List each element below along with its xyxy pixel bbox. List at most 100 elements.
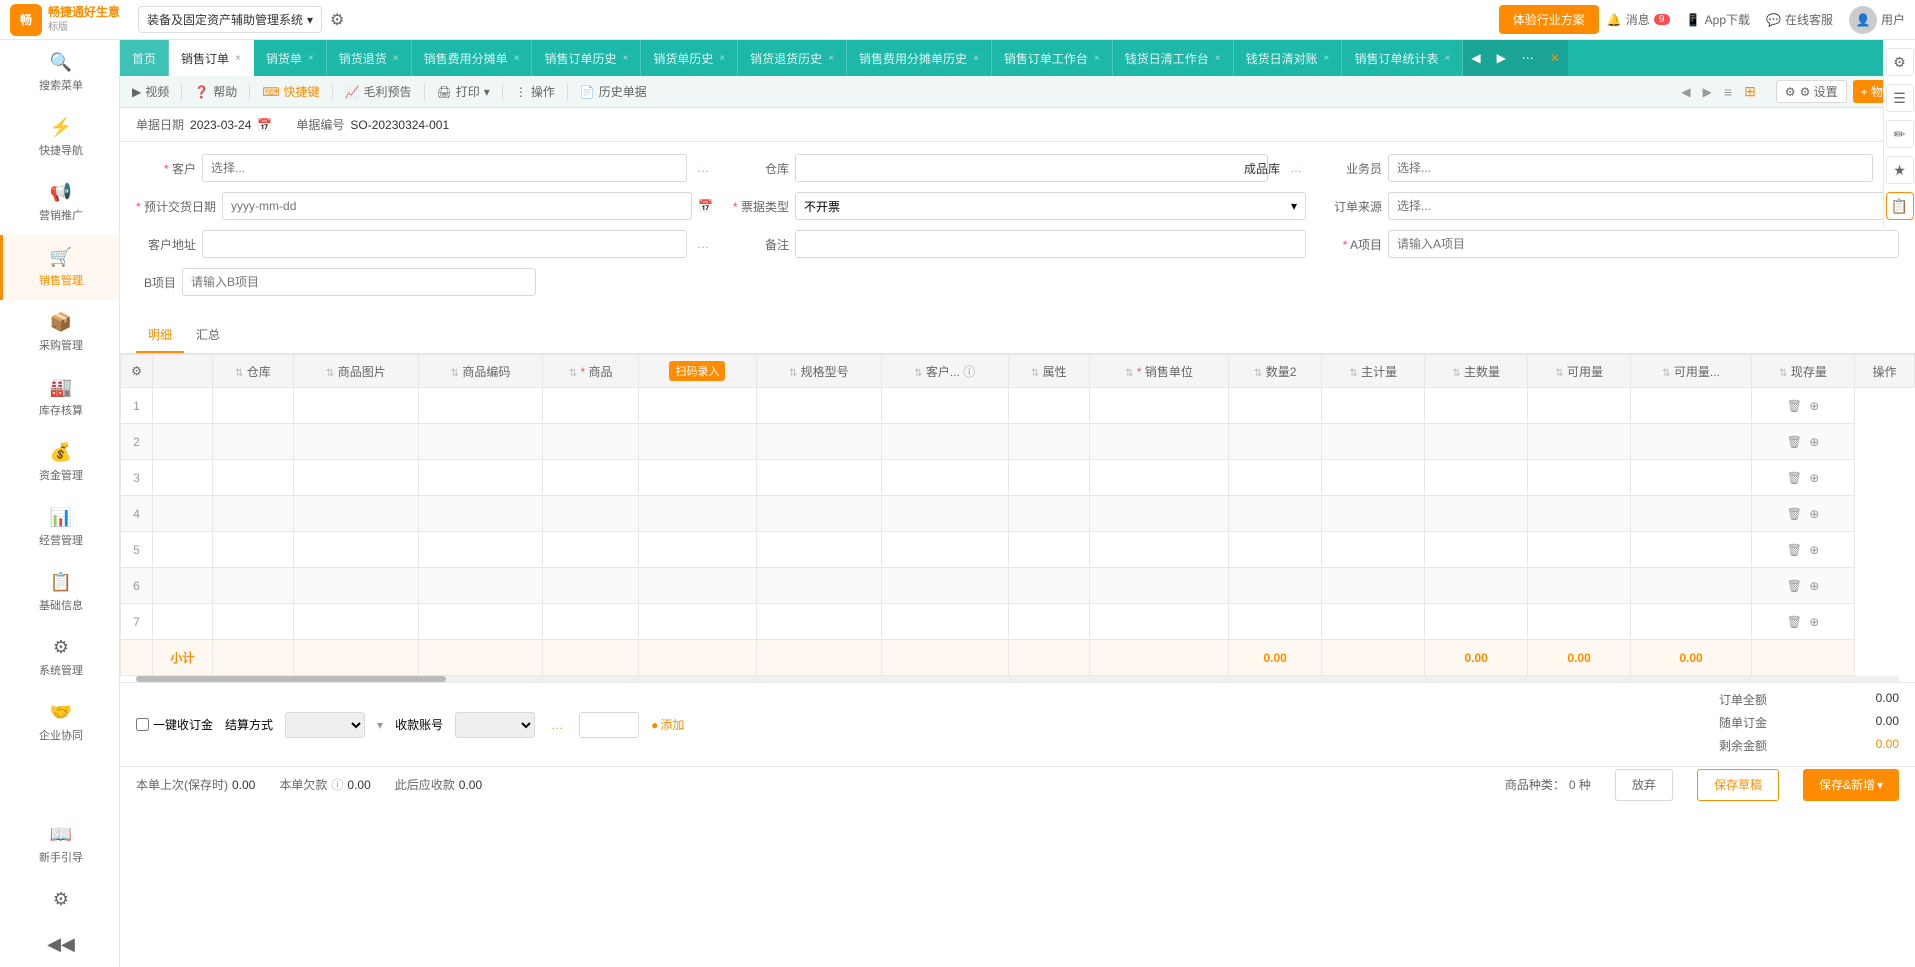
right-panel-btn-4[interactable]: 📋: [1886, 192, 1914, 220]
b-project-input[interactable]: [182, 268, 536, 296]
scan-btn[interactable]: 扫码录入: [669, 361, 725, 381]
user-avatar-item[interactable]: 👤 用户: [1849, 6, 1905, 34]
system-selector[interactable]: 装备及固定资产辅助管理系统 ▾: [138, 6, 322, 33]
one-click-payment-checkbox[interactable]: [136, 718, 149, 731]
sidebar-item-guide[interactable]: 📖 新手引导: [0, 812, 119, 877]
payment-method-select[interactable]: [285, 712, 365, 738]
th-settings[interactable]: ⚙: [121, 355, 153, 388]
row-delete-icon[interactable]: 🗑: [1787, 435, 1802, 449]
row-copy-icon[interactable]: ⊕: [1809, 399, 1819, 413]
close-icon[interactable]: ×: [828, 53, 834, 64]
account-expand-btn[interactable]: …: [547, 718, 567, 732]
one-click-payment-label[interactable]: 一键收订金: [136, 716, 213, 733]
row-delete-icon[interactable]: 🗑: [1787, 579, 1802, 593]
form-setting-btn[interactable]: ⚙ ⚙ 设置: [1776, 80, 1847, 103]
sidebar-item-purchase[interactable]: 📦 采购管理: [0, 300, 119, 365]
row-copy-icon[interactable]: ⊕: [1809, 471, 1819, 485]
close-icon[interactable]: ×: [235, 53, 241, 64]
customer-expand-btn[interactable]: …: [693, 161, 713, 175]
tab-summary[interactable]: 汇总: [184, 318, 232, 353]
tab-sales-return[interactable]: 销货退货 ×: [327, 40, 412, 76]
save-draft-btn[interactable]: 保存草稿: [1697, 769, 1779, 801]
addr-expand-btn[interactable]: …: [693, 237, 713, 251]
tab-sales-goods[interactable]: 销货单 ×: [254, 40, 327, 76]
tab-sales-order-history[interactable]: 销售订单历史 ×: [532, 40, 641, 76]
tab-cashflow-workbench[interactable]: 钱货日清工作台 ×: [1113, 40, 1234, 76]
row-copy-icon[interactable]: ⊕: [1809, 579, 1819, 593]
row-copy-icon[interactable]: ⊕: [1809, 435, 1819, 449]
operations-btn[interactable]: ⋮ 操作: [515, 83, 555, 100]
order-source-input[interactable]: [1388, 192, 1899, 220]
sidebar-settings-btn[interactable]: ⚙: [0, 877, 119, 922]
date-picker-icon[interactable]: 📅: [698, 199, 713, 213]
tab-sales-goods-history[interactable]: 销货单历史 ×: [641, 40, 738, 76]
online-support-item[interactable]: 💬 在线客服: [1766, 11, 1833, 28]
notification-item[interactable]: 🔔 消息 9: [1607, 11, 1670, 28]
sidebar-item-marketing[interactable]: 📢 营销推广: [0, 170, 119, 235]
row-delete-icon[interactable]: 🗑: [1787, 471, 1802, 485]
close-icon[interactable]: ×: [719, 53, 725, 64]
tab-sales-fee-history[interactable]: 销售费用分摊单历史 ×: [847, 40, 992, 76]
sidebar-item-enterprise[interactable]: 🤝 企业协同: [0, 690, 119, 755]
sidebar-item-basicinfo[interactable]: 📋 基础信息: [0, 560, 119, 625]
tab-prev-btn[interactable]: ◀: [1463, 40, 1488, 76]
row-delete-icon[interactable]: 🗑: [1787, 507, 1802, 521]
video-help-btn[interactable]: ▶ 视频: [132, 83, 169, 100]
delivery-date-input[interactable]: [222, 192, 692, 220]
invoice-type-select[interactable]: 不开票 ▾: [795, 192, 1306, 220]
sidebar-item-search[interactable]: 🔍 搜索菜单: [0, 40, 119, 105]
right-panel-btn-2[interactable]: ✏: [1886, 120, 1914, 148]
tab-cashflow-reconcile[interactable]: 钱货日清对账 ×: [1234, 40, 1343, 76]
row-delete-icon[interactable]: 🗑: [1787, 543, 1802, 557]
sidebar-item-operations[interactable]: 📊 经营管理: [0, 495, 119, 560]
payment-account-select[interactable]: [455, 712, 535, 738]
industry-btn[interactable]: 体验行业方案: [1499, 5, 1599, 34]
tab-sales-stats[interactable]: 销售订单统计表 ×: [1342, 40, 1463, 76]
tab-sales-order-workbench[interactable]: 销售订单工作台 ×: [992, 40, 1113, 76]
history-docs-btn[interactable]: 📄 历史单据: [580, 83, 647, 100]
payment-amount-input[interactable]: 0.00: [579, 712, 639, 738]
row-copy-icon[interactable]: ⊕: [1809, 615, 1819, 629]
close-icon[interactable]: ×: [393, 53, 399, 64]
next-doc-icon[interactable]: ▶: [1703, 85, 1712, 99]
row-copy-icon[interactable]: ⊕: [1809, 507, 1819, 521]
save-new-btn[interactable]: 保存&新增 ▾: [1803, 769, 1899, 801]
tab-home[interactable]: 首页: [120, 40, 169, 76]
right-panel-btn-3[interactable]: ★: [1886, 156, 1914, 184]
help-btn[interactable]: ❓ 帮助: [194, 83, 237, 100]
close-icon[interactable]: ×: [1215, 53, 1221, 64]
tab-more-btn[interactable]: ⋯: [1514, 40, 1542, 76]
close-icon[interactable]: ×: [1094, 53, 1100, 64]
print-btn[interactable]: 🖨 打印 ▾: [437, 83, 490, 100]
row-delete-icon[interactable]: 🗑: [1787, 399, 1802, 413]
payment-method-expand-btn[interactable]: ▾: [377, 718, 383, 732]
row-copy-icon[interactable]: ⊕: [1809, 543, 1819, 557]
customer-input[interactable]: [202, 154, 687, 182]
profit-forecast-btn[interactable]: 📈 毛利预告: [345, 83, 412, 100]
add-payment-btn[interactable]: ● 添加: [651, 716, 684, 733]
sidebar-item-quicknav[interactable]: ⚡ 快捷导航: [0, 105, 119, 170]
a-project-input[interactable]: [1388, 230, 1899, 258]
sidebar-item-finance[interactable]: 💰 资金管理: [0, 430, 119, 495]
tab-sales-fee[interactable]: 销售费用分摊单 ×: [412, 40, 533, 76]
close-icon[interactable]: ×: [308, 53, 314, 64]
close-icon[interactable]: ×: [514, 53, 520, 64]
close-icon[interactable]: ×: [1324, 53, 1330, 64]
customer-addr-input[interactable]: [202, 230, 687, 258]
discard-btn[interactable]: 放弃: [1615, 769, 1673, 801]
settings-gear[interactable]: ⚙: [330, 10, 344, 30]
warehouse-expand-btn[interactable]: …: [1286, 161, 1306, 175]
tab-close-all-btn[interactable]: ✕: [1542, 40, 1568, 76]
right-panel-btn-0[interactable]: ⚙: [1886, 48, 1914, 76]
app-download-item[interactable]: 📱 App下载: [1686, 11, 1750, 28]
sidebar-item-sales[interactable]: 🛒 销售管理: [0, 235, 119, 300]
tab-detail[interactable]: 明细: [136, 318, 184, 353]
row-delete-icon[interactable]: 🗑: [1787, 615, 1802, 629]
sidebar-collapse-btn[interactable]: ◀◀: [0, 922, 119, 967]
close-icon[interactable]: ×: [973, 53, 979, 64]
prev-doc-icon[interactable]: ◀: [1681, 85, 1690, 99]
remark-input[interactable]: [795, 230, 1306, 258]
calendar-icon[interactable]: 📅: [257, 118, 272, 132]
tab-sales-return-history[interactable]: 销货退货历史 ×: [738, 40, 847, 76]
tab-sales-order[interactable]: 销售订单 ×: [169, 40, 254, 76]
